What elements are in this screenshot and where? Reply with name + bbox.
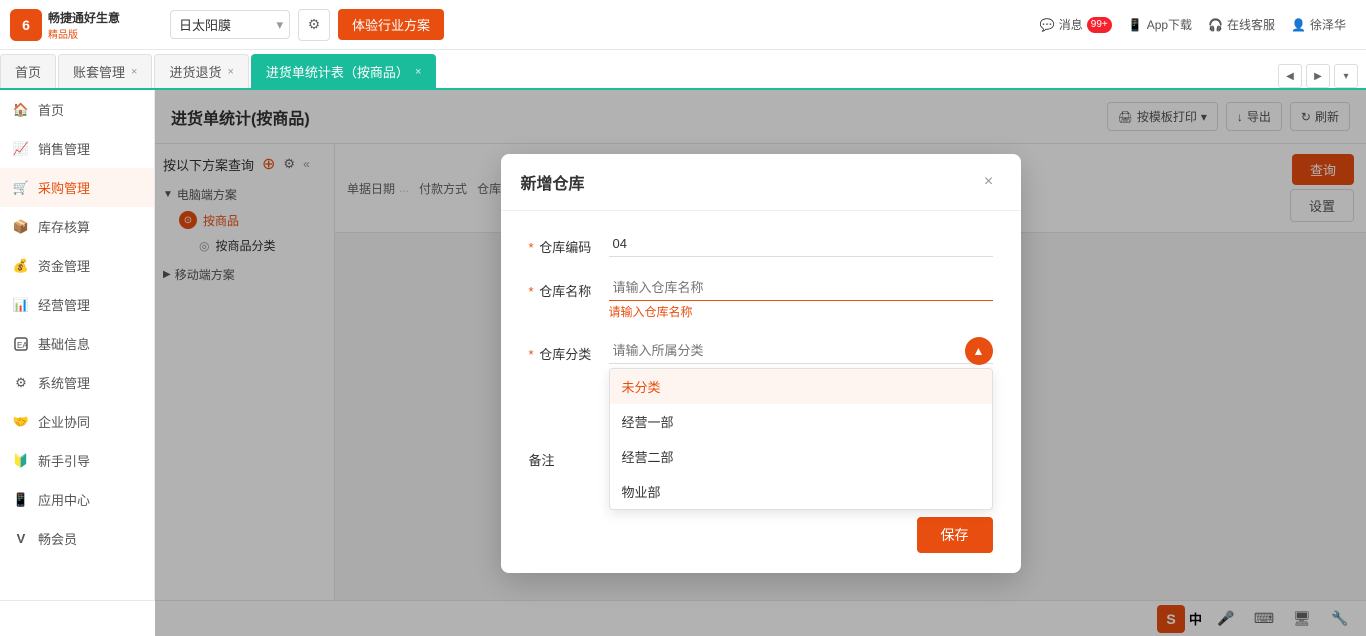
form-row-name: * 仓库名称 请输入仓库名称 (529, 275, 993, 320)
sidebar: 🏠 首页 📈 销售管理 🛒 采购管理 📦 库存核算 💰 资金管理 📊 经营管理 (0, 90, 155, 636)
svg-text:EA: EA (17, 341, 28, 350)
code-input[interactable] (609, 231, 993, 257)
code-field-wrapper (609, 231, 993, 257)
sidebar-item-home[interactable]: 🏠 首页 (0, 90, 154, 129)
sidebar-item-app-center[interactable]: 📱 应用中心 (0, 480, 154, 519)
dropdown-item-uncategorized[interactable]: 未分类 (610, 369, 992, 404)
tab-controls: ◀ ▶ ▾ (1278, 64, 1366, 88)
logo-text: 畅捷通好生意 精品版 (48, 9, 120, 41)
message-badge: 99+ (1087, 17, 1112, 33)
search-dropdown[interactable]: 日太阳膜 (170, 10, 290, 39)
category-dropdown: 未分类 经营一部 经营二部 物业部 (609, 368, 993, 510)
tab-left-btn[interactable]: ◀ (1278, 64, 1302, 88)
tab-purchase-return[interactable]: 进货退货 × (154, 54, 248, 88)
app-center-icon: 📱 (12, 491, 30, 509)
modal-body: * 仓库编码 * 仓库名称 (501, 211, 1021, 517)
form-row-code: * 仓库编码 (529, 231, 993, 257)
dropdown-item-property[interactable]: 物业部 (610, 474, 992, 509)
modal-close-button[interactable]: × (977, 170, 1001, 194)
modal-header: 新增仓库 × (501, 154, 1021, 211)
save-button[interactable]: 保存 (917, 517, 993, 553)
name-error-msg: 请输入仓库名称 (609, 303, 993, 320)
name-input[interactable] (609, 275, 993, 301)
operations-icon: 📊 (12, 296, 30, 314)
avatar-icon: 👤 (1291, 18, 1306, 32)
member-icon: V (12, 530, 30, 548)
search-area: 日太阳膜 ⚙ 体验行业方案 (160, 9, 1040, 41)
user-profile-button[interactable]: 👤 徐泽华 (1291, 16, 1346, 33)
main-layout: 🏠 首页 📈 销售管理 🛒 采购管理 📦 库存核算 💰 资金管理 📊 经营管理 (0, 90, 1366, 636)
system-icon: ⚙ (12, 374, 30, 392)
code-label: * 仓库编码 (529, 231, 609, 256)
modal-overlay: 新增仓库 × * 仓库编码 (155, 90, 1366, 636)
close-tab-purchase-return[interactable]: × (227, 66, 233, 78)
category-label: * 仓库分类 (529, 338, 609, 363)
close-tab-account[interactable]: × (131, 66, 137, 78)
add-warehouse-modal: 新增仓库 × * 仓库编码 (501, 154, 1021, 573)
top-right-area: 💬 消息 99+ 📱 App下载 🎧 在线客服 👤 徐泽华 (1040, 16, 1356, 33)
sidebar-item-basic-info[interactable]: EA 基础信息 (0, 324, 154, 363)
close-tab-purchase-stat[interactable]: × (415, 66, 421, 78)
form-row-category: * 仓库分类 ▲ 未分类 经营一部 经 (529, 338, 993, 364)
purchase-icon: 🛒 (12, 179, 30, 197)
online-service-button[interactable]: 🎧 在线客服 (1208, 16, 1275, 33)
logo-area: 6 畅捷通好生意 精品版 (10, 9, 160, 41)
sidebar-item-system[interactable]: ⚙ 系统管理 (0, 363, 154, 402)
finance-icon: 💰 (12, 257, 30, 275)
message-button[interactable]: 💬 消息 99+ (1040, 16, 1112, 33)
sidebar-item-purchase[interactable]: 🛒 采购管理 (0, 168, 154, 207)
category-arrow-btn[interactable]: ▲ (965, 337, 993, 365)
message-icon: 💬 (1040, 18, 1055, 32)
modal-title: 新增仓库 (521, 170, 585, 194)
category-input[interactable] (609, 338, 993, 364)
content-area: 进货单统计(按商品) 🖨 按模板打印 ▾ ↓ 导出 ↻ 刷新 (155, 90, 1366, 636)
gear-button[interactable]: ⚙ (298, 9, 330, 41)
tab-account[interactable]: 账套管理 × (58, 54, 152, 88)
sidebar-item-member[interactable]: V 畅会员 (0, 519, 154, 558)
tab-purchase-stat[interactable]: 进货单统计表（按商品） × (251, 54, 436, 88)
app-download-button[interactable]: 📱 App下载 (1128, 16, 1192, 33)
name-field-wrapper: 请输入仓库名称 (609, 275, 993, 320)
sidebar-item-sales[interactable]: 📈 销售管理 (0, 129, 154, 168)
tab-bar: 首页 账套管理 × 进货退货 × 进货单统计表（按商品） × ◀ ▶ ▾ (0, 50, 1366, 90)
logo-icon: 6 (10, 9, 42, 41)
sidebar-item-guide[interactable]: 🔰 新手引导 (0, 441, 154, 480)
headset-icon: 🎧 (1208, 18, 1223, 32)
guide-icon: 🔰 (12, 452, 30, 470)
mobile-icon: 📱 (1128, 18, 1143, 32)
enterprise-icon: 🤝 (12, 413, 30, 431)
dropdown-item-ops1[interactable]: 经营一部 (610, 404, 992, 439)
modal-footer: 保存 (501, 517, 1021, 553)
top-navbar: 6 畅捷通好生意 精品版 日太阳膜 ⚙ 体验行业方案 💬 消息 99+ 📱 Ap… (0, 0, 1366, 50)
basic-info-icon: EA (12, 335, 30, 353)
inventory-icon: 📦 (12, 218, 30, 236)
sales-icon: 📈 (12, 140, 30, 158)
sidebar-item-inventory[interactable]: 📦 库存核算 (0, 207, 154, 246)
sidebar-item-finance[interactable]: 💰 资金管理 (0, 246, 154, 285)
trial-button[interactable]: 体验行业方案 (338, 9, 444, 40)
tab-right-btn[interactable]: ▶ (1306, 64, 1330, 88)
sidebar-item-enterprise[interactable]: 🤝 企业协同 (0, 402, 154, 441)
home-icon: 🏠 (12, 101, 30, 119)
category-select-wrapper: ▲ (609, 338, 993, 364)
tab-menu-btn[interactable]: ▾ (1334, 64, 1358, 88)
dropdown-item-ops2[interactable]: 经营二部 (610, 439, 992, 474)
tab-home[interactable]: 首页 (0, 54, 56, 88)
category-field-wrapper: ▲ 未分类 经营一部 经营二部 物业部 (609, 338, 993, 364)
name-label: * 仓库名称 (529, 275, 609, 300)
sidebar-item-operations[interactable]: 📊 经营管理 (0, 285, 154, 324)
note-label: 备注 (529, 444, 609, 469)
